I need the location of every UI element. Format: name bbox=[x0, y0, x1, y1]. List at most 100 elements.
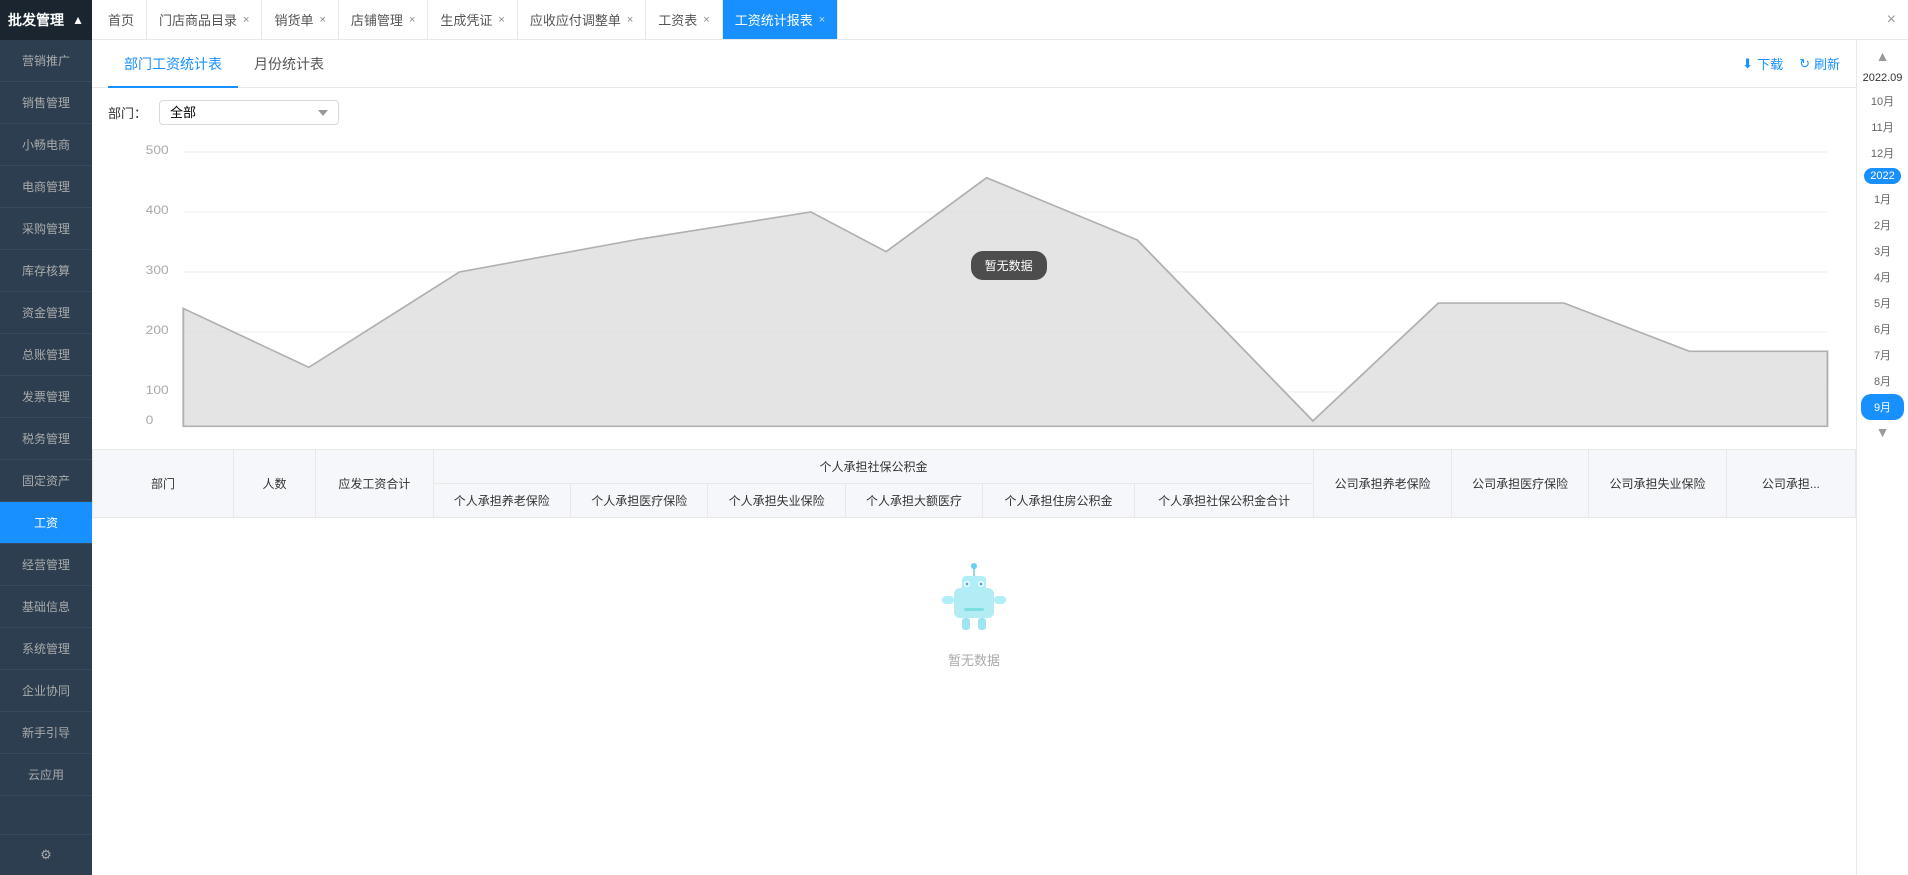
empty-state-text: 暂无数据 bbox=[948, 650, 1000, 669]
col-header-unemploy-company: 公司承担失业保险 bbox=[1589, 450, 1726, 518]
timeline-year-label: 2022.09 bbox=[1861, 68, 1905, 88]
tab-ar-ap-close[interactable]: × bbox=[627, 14, 633, 26]
col-header-count: 人数 bbox=[233, 450, 315, 518]
col-header-social-total: 个人承担社保公积金合计 bbox=[1134, 484, 1314, 518]
tab-voucher[interactable]: 生成凭证 × bbox=[428, 0, 517, 39]
timeline-month-7[interactable]: 7月 bbox=[1857, 342, 1908, 368]
col-header-medical-company: 公司承担医疗保险 bbox=[1451, 450, 1588, 518]
col-header-housing-personal: 个人承担住房公积金 bbox=[983, 484, 1135, 518]
timeline-down-nav[interactable]: ▼ bbox=[1872, 420, 1894, 444]
tab-store-mgmt-close[interactable]: × bbox=[409, 14, 415, 26]
col-header-medical-personal: 个人承担医疗保险 bbox=[570, 484, 707, 518]
table-wrapper: 部门 人数 应发工资合计 个人承担社保公积金 公司承担养老保险 公司承担医疗保险… bbox=[92, 449, 1856, 689]
download-icon: ⬇ bbox=[1742, 56, 1753, 72]
tab-ar-ap[interactable]: 应收应付调整单 × bbox=[518, 0, 646, 39]
svg-text:300: 300 bbox=[146, 263, 169, 277]
col-header-major-medical: 个人承担大额医疗 bbox=[845, 484, 982, 518]
download-button[interactable]: ⬇ 下载 bbox=[1742, 54, 1783, 73]
col-header-pension-personal: 个人承担养老保险 bbox=[433, 484, 570, 518]
timeline-month-4[interactable]: 4月 bbox=[1857, 264, 1908, 290]
dept-filter-label: 部门： bbox=[108, 103, 147, 122]
svg-text:100: 100 bbox=[146, 383, 169, 397]
content-area: 部门工资统计表 月份统计表 ⬇ 下载 ↻ 刷新 bbox=[92, 40, 1908, 875]
sidebar-item-salary[interactable]: 工资 bbox=[0, 502, 92, 544]
close-all-tabs-button[interactable]: × bbox=[1879, 11, 1904, 29]
tab-sales-order[interactable]: 销货单 × bbox=[262, 0, 338, 39]
sidebar-item-ledger[interactable]: 总账管理 bbox=[0, 334, 92, 376]
sidebar-toggle-icon[interactable]: ▲ bbox=[72, 13, 84, 27]
tab-payroll[interactable]: 工资表 × bbox=[646, 0, 722, 39]
sidebar-item-mini-ecom[interactable]: 小畅电商 bbox=[0, 124, 92, 166]
sub-tab-dept-stats[interactable]: 部门工资统计表 bbox=[108, 40, 238, 88]
timeline-year-2022-badge: 2022 bbox=[1864, 168, 1900, 184]
refresh-icon: ↻ bbox=[1799, 56, 1810, 72]
sidebar-item-finance[interactable]: 资金管理 bbox=[0, 292, 92, 334]
timeline-month-1[interactable]: 1月 bbox=[1857, 186, 1908, 212]
sub-tabs-left: 部门工资统计表 月份统计表 bbox=[108, 40, 340, 88]
col-header-salary: 应发工资合计 bbox=[316, 450, 433, 518]
data-table: 部门 人数 应发工资合计 个人承担社保公积金 公司承担养老保险 公司承担医疗保险… bbox=[92, 449, 1856, 518]
sidebar: 批发管理 ▲ 营销推广 销售管理 小畅电商 电商管理 采购管理 库存核算 资金管… bbox=[0, 0, 92, 875]
settings-button[interactable]: ⚙ bbox=[0, 834, 92, 875]
sidebar-item-cloud[interactable]: 云应用 bbox=[0, 754, 92, 796]
col-header-dept: 部门 bbox=[93, 450, 234, 518]
main-area: 首页 门店商品目录 × 销货单 × 店铺管理 × 生成凭证 × 应收应付调整单 … bbox=[92, 0, 1908, 875]
tab-catalog-close[interactable]: × bbox=[243, 14, 249, 26]
timeline-month-9[interactable]: 9月 bbox=[1861, 394, 1904, 420]
sidebar-item-invoice[interactable]: 发票管理 bbox=[0, 376, 92, 418]
sidebar-item-system[interactable]: 系统管理 bbox=[0, 628, 92, 670]
filter-row: 部门： 全部 销售部 采购部 财务部 行政部 bbox=[92, 88, 1856, 137]
sidebar-item-purchase[interactable]: 采购管理 bbox=[0, 208, 92, 250]
tab-payroll-close[interactable]: × bbox=[703, 14, 709, 26]
svg-text:200: 200 bbox=[146, 323, 169, 337]
timeline-month-11[interactable]: 11月 bbox=[1857, 114, 1908, 140]
sidebar-item-guide[interactable]: 新手引导 bbox=[0, 712, 92, 754]
timeline-month-5[interactable]: 5月 bbox=[1857, 290, 1908, 316]
sidebar-item-ecom[interactable]: 电商管理 bbox=[0, 166, 92, 208]
top-tabs-bar: 首页 门店商品目录 × 销货单 × 店铺管理 × 生成凭证 × 应收应付调整单 … bbox=[92, 0, 1908, 40]
sub-tabs-right: ⬇ 下载 ↻ 刷新 bbox=[1742, 54, 1840, 73]
empty-state: 暂无数据 bbox=[92, 518, 1856, 689]
timeline-panel: ▲ 2022.09 10月 11月 12月 2022 1月 2月 3月 4月 5… bbox=[1856, 40, 1908, 875]
dept-filter-select[interactable]: 全部 销售部 采购部 财务部 行政部 bbox=[159, 100, 339, 125]
svg-text:400: 400 bbox=[146, 203, 169, 217]
timeline-month-12[interactable]: 12月 bbox=[1857, 140, 1908, 166]
sub-tab-month-stats[interactable]: 月份统计表 bbox=[238, 40, 340, 88]
col-header-pension-company: 公司承担养老保险 bbox=[1314, 450, 1451, 518]
tab-home[interactable]: 首页 bbox=[96, 0, 147, 39]
timeline-month-8[interactable]: 8月 bbox=[1857, 368, 1908, 394]
timeline-up-nav[interactable]: ▲ bbox=[1872, 44, 1894, 68]
sidebar-item-marketing[interactable]: 营销推广 bbox=[0, 40, 92, 82]
col-header-personal-group: 个人承担社保公积金 bbox=[433, 450, 1314, 484]
empty-robot-icon bbox=[934, 558, 1014, 638]
chart-area: 500 400 300 200 100 0 bbox=[108, 137, 1840, 437]
col-header-company-more: 公司承担... bbox=[1726, 450, 1855, 518]
tab-sales-order-close[interactable]: × bbox=[319, 14, 325, 26]
col-header-unemploy-personal: 个人承担失业保险 bbox=[708, 484, 845, 518]
sidebar-item-tax[interactable]: 税务管理 bbox=[0, 418, 92, 460]
timeline-month-6[interactable]: 6月 bbox=[1857, 316, 1908, 342]
svg-text:500: 500 bbox=[146, 143, 169, 157]
svg-text:0: 0 bbox=[146, 413, 154, 427]
page-content: 部门工资统计表 月份统计表 ⬇ 下载 ↻ 刷新 bbox=[92, 40, 1856, 875]
timeline-month-10[interactable]: 10月 bbox=[1857, 88, 1908, 114]
sidebar-item-enterprise[interactable]: 企业协同 bbox=[0, 670, 92, 712]
timeline-month-2[interactable]: 2月 bbox=[1857, 212, 1908, 238]
sidebar-header[interactable]: 批发管理 ▲ bbox=[0, 0, 92, 40]
timeline-month-3[interactable]: 3月 bbox=[1857, 238, 1908, 264]
tab-catalog[interactable]: 门店商品目录 × bbox=[147, 0, 262, 39]
tab-payroll-report-close[interactable]: × bbox=[819, 14, 825, 26]
tab-store-mgmt[interactable]: 店铺管理 × bbox=[339, 0, 428, 39]
sidebar-item-ops[interactable]: 经营管理 bbox=[0, 544, 92, 586]
refresh-button[interactable]: ↻ 刷新 bbox=[1799, 54, 1840, 73]
chart-area-fill bbox=[183, 178, 1827, 427]
sidebar-item-fixed-assets[interactable]: 固定资产 bbox=[0, 460, 92, 502]
sub-tabs-bar: 部门工资统计表 月份统计表 ⬇ 下载 ↻ 刷新 bbox=[92, 40, 1856, 88]
chart-svg: 500 400 300 200 100 0 bbox=[108, 137, 1840, 437]
sidebar-title: 批发管理 bbox=[8, 10, 64, 30]
tab-voucher-close[interactable]: × bbox=[498, 14, 504, 26]
sidebar-item-sales[interactable]: 销售管理 bbox=[0, 82, 92, 124]
sidebar-item-inventory[interactable]: 库存核算 bbox=[0, 250, 92, 292]
tab-payroll-report[interactable]: 工资统计报表 × bbox=[723, 0, 838, 39]
sidebar-item-basic-info[interactable]: 基础信息 bbox=[0, 586, 92, 628]
